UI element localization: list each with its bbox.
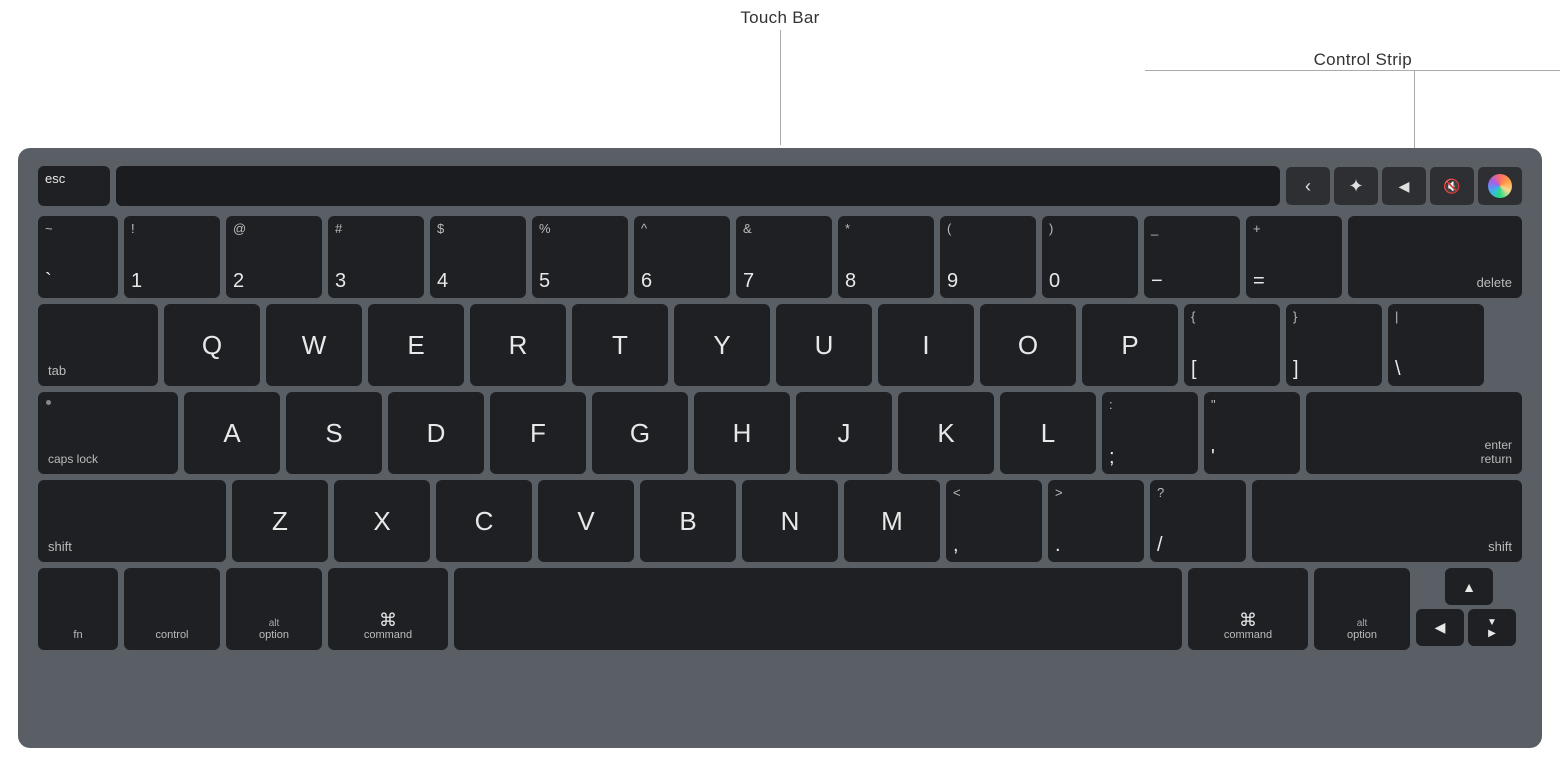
key-2[interactable]: @ 2 — [226, 216, 322, 298]
key-j[interactable]: J — [796, 392, 892, 474]
key-n[interactable]: N — [742, 480, 838, 562]
key-h[interactable]: H — [694, 392, 790, 474]
control-strip: ‹ ✦ ◀ 🔇 — [1286, 166, 1522, 206]
key-e[interactable]: E — [368, 304, 464, 386]
key-capslock[interactable]: caps lock — [38, 392, 178, 474]
key-shift-left[interactable]: shift — [38, 480, 226, 562]
arrow-keys-group: ▲ ◀ ▼ ▶ — [1416, 568, 1522, 650]
key-0[interactable]: ) 0 — [1042, 216, 1138, 298]
qwerty-row: tab Q W E R T Y U I O P { [ } — [38, 304, 1522, 386]
key-bracket-right[interactable]: } ] — [1286, 304, 1382, 386]
key-command-left[interactable]: ⌘ command — [328, 568, 448, 650]
key-slash[interactable]: ? / — [1150, 480, 1246, 562]
key-backslash[interactable]: | \ — [1388, 304, 1484, 386]
annotations: Touch Bar Control Strip — [0, 0, 1560, 160]
key-u[interactable]: U — [776, 304, 872, 386]
key-7[interactable]: & 7 — [736, 216, 832, 298]
key-s[interactable]: S — [286, 392, 382, 474]
key-k[interactable]: K — [898, 392, 994, 474]
key-a[interactable]: A — [184, 392, 280, 474]
key-tab[interactable]: tab — [38, 304, 158, 386]
key-backtick[interactable]: ~ ` — [38, 216, 118, 298]
key-command-right[interactable]: ⌘ command — [1188, 568, 1308, 650]
cs-mute-button[interactable]: 🔇 — [1430, 167, 1474, 205]
controlstrip-line-h — [1145, 70, 1560, 71]
key-3[interactable]: # 3 — [328, 216, 424, 298]
key-5[interactable]: % 5 — [532, 216, 628, 298]
arrow-up-icon: ▲ — [1462, 579, 1476, 595]
touchbar-row: esc ‹ ✦ ◀ 🔇 — [38, 162, 1522, 210]
key-d[interactable]: D — [388, 392, 484, 474]
cs-siri-button[interactable] — [1478, 167, 1522, 205]
number-row: ~ ` ! 1 @ 2 # — [38, 216, 1522, 298]
touchbar-area[interactable] — [116, 166, 1280, 206]
key-semicolon[interactable]: : ; — [1102, 392, 1198, 474]
key-space[interactable] — [454, 568, 1182, 650]
key-bracket-left[interactable]: { [ — [1184, 304, 1280, 386]
key-y[interactable]: Y — [674, 304, 770, 386]
key-esc[interactable]: esc — [38, 166, 110, 206]
controlstrip-line-v — [1414, 70, 1415, 150]
key-quote[interactable]: " ' — [1204, 392, 1300, 474]
key-i[interactable]: I — [878, 304, 974, 386]
key-6[interactable]: ^ 6 — [634, 216, 730, 298]
key-q[interactable]: Q — [164, 304, 260, 386]
modifier-row: fn control alt option ⌘ command ⌘ comman… — [38, 568, 1522, 650]
key-9[interactable]: ( 9 — [940, 216, 1036, 298]
key-fn[interactable]: fn — [38, 568, 118, 650]
key-delete[interactable]: delete — [1348, 216, 1522, 298]
key-1[interactable]: ! 1 — [124, 216, 220, 298]
brightness-icon: ✦ — [1348, 176, 1363, 197]
keyboard: esc ‹ ✦ ◀ 🔇 — [18, 148, 1542, 748]
arrow-left-icon: ◀ — [1435, 619, 1446, 636]
key-t[interactable]: T — [572, 304, 668, 386]
key-g[interactable]: G — [592, 392, 688, 474]
cs-volume-button[interactable]: ◀ — [1382, 167, 1426, 205]
key-return[interactable]: enter return — [1306, 392, 1522, 474]
key-4[interactable]: $ 4 — [430, 216, 526, 298]
key-option-right[interactable]: alt option — [1314, 568, 1410, 650]
key-8[interactable]: * 8 — [838, 216, 934, 298]
zxcv-row: shift Z X C V B N M < , > . — [38, 480, 1522, 562]
key-b[interactable]: B — [640, 480, 736, 562]
key-v[interactable]: V — [538, 480, 634, 562]
key-w[interactable]: W — [266, 304, 362, 386]
cs-expand-button[interactable]: ‹ — [1286, 167, 1330, 205]
page-container: Touch Bar Control Strip esc ‹ ✦ ◀ — [0, 0, 1560, 766]
capslock-led — [46, 400, 51, 405]
key-equals[interactable]: + = — [1246, 216, 1342, 298]
cs-brightness-button[interactable]: ✦ — [1334, 167, 1378, 205]
key-period[interactable]: > . — [1048, 480, 1144, 562]
key-shift-right[interactable]: shift — [1252, 480, 1522, 562]
key-minus[interactable]: _ − — [1144, 216, 1240, 298]
key-arrow-left[interactable]: ◀ — [1416, 609, 1464, 646]
key-arrow-down-right[interactable]: ▼ ▶ — [1468, 609, 1516, 646]
key-arrow-up[interactable]: ▲ — [1445, 568, 1493, 605]
key-r[interactable]: R — [470, 304, 566, 386]
asdf-row: caps lock A S D F G H J K L : ; " — [38, 392, 1522, 474]
key-p[interactable]: P — [1082, 304, 1178, 386]
key-control[interactable]: control — [124, 568, 220, 650]
touchbar-annotation-line — [780, 30, 781, 145]
mute-icon: 🔇 — [1443, 178, 1460, 195]
controlstrip-label: Control Strip — [1314, 50, 1412, 70]
key-x[interactable]: X — [334, 480, 430, 562]
key-z[interactable]: Z — [232, 480, 328, 562]
volume-icon: ◀ — [1399, 178, 1410, 195]
key-comma[interactable]: < , — [946, 480, 1042, 562]
key-option-left[interactable]: alt option — [226, 568, 322, 650]
key-m[interactable]: M — [844, 480, 940, 562]
siri-icon — [1488, 174, 1512, 198]
key-l[interactable]: L — [1000, 392, 1096, 474]
arrow-down-icon: ▼ — [1487, 617, 1497, 628]
key-o[interactable]: O — [980, 304, 1076, 386]
key-f[interactable]: F — [490, 392, 586, 474]
arrow-right-icon: ▶ — [1488, 628, 1496, 639]
key-c[interactable]: C — [436, 480, 532, 562]
touchbar-label: Touch Bar — [740, 8, 819, 28]
